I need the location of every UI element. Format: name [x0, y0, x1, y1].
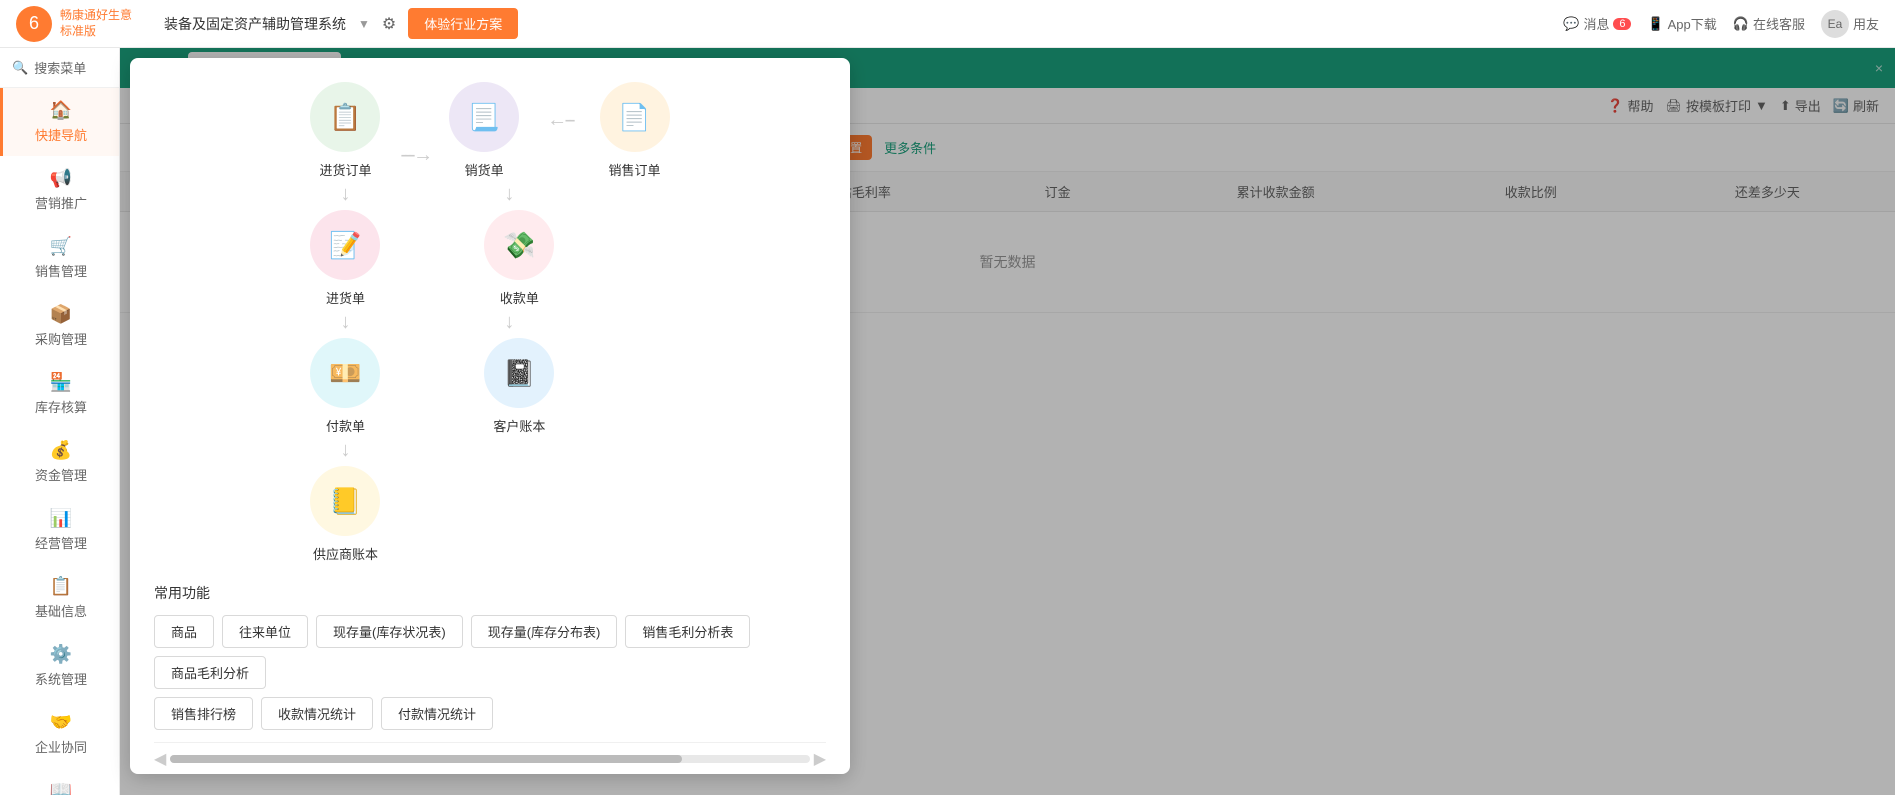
system-dropdown-icon[interactable]: ▼ [358, 17, 370, 31]
func-btn-product-profit[interactable]: 商品毛利分析 [154, 656, 266, 689]
basic-info-icon: 📋 [50, 576, 72, 597]
sidebar-item-inventory[interactable]: 🏪 库存核算 [0, 360, 119, 428]
func-btn-stock-status[interactable]: 现存量(库存状况表) [316, 615, 463, 648]
search-menu[interactable]: 🔍 搜索菜单 [0, 48, 119, 88]
inventory-icon: 🏪 [50, 372, 72, 393]
func-btn-product[interactable]: 商品 [154, 615, 214, 648]
avatar: Ea [1821, 10, 1849, 38]
arrow-down-1: ↓ [340, 183, 350, 206]
arrow-down-4: ↓ [504, 183, 514, 206]
customer-ledger-icon: 📓 [484, 338, 554, 408]
header-actions: 💬 消息 6 📱 App下载 🎧 在线客服 Ea 用友 [1563, 10, 1879, 38]
func-btn-payment-stats[interactable]: 付款情况统计 [381, 697, 493, 730]
top-header: 6 畅康通好生意 标准版 装备及固定资产辅助管理系统 ▼ ⚙ 体验行业方案 💬 … [0, 0, 1895, 48]
flow-item-sales-bill[interactable]: 📃 销货单 [449, 82, 519, 179]
finance-icon: 💰 [50, 440, 72, 461]
purchase-icon: 📦 [50, 304, 72, 325]
func-btn-sales-profit[interactable]: 销售毛利分析表 [625, 615, 750, 648]
flow-item-supplier-ledger[interactable]: 📒 供应商账本 [310, 466, 380, 563]
scrollbar-track[interactable] [170, 755, 809, 763]
payment-icon: 💴 [310, 338, 380, 408]
online-service-button[interactable]: 🎧 在线客服 [1733, 14, 1805, 33]
sidebar-item-marketing[interactable]: 📢 营销推广 [0, 156, 119, 224]
flow-item-payment[interactable]: 💴 付款单 [310, 338, 380, 435]
service-icon: 🎧 [1733, 16, 1749, 32]
sidebar-item-purchase[interactable]: 📦 采购管理 [0, 292, 119, 360]
func-btn-contacts[interactable]: 往来单位 [222, 615, 308, 648]
h-arrow-1: - - - → [400, 144, 429, 167]
sidebar-item-quick-nav[interactable]: 🏠 快捷导航 [0, 88, 119, 156]
h-arrow-2: ← - - [547, 109, 571, 132]
sidebar-item-basic-info[interactable]: 📋 基础信息 [0, 564, 119, 632]
message-icon: 💬 [1563, 16, 1579, 32]
receipt-icon: 💸 [484, 210, 554, 280]
marketing-icon: 📢 [50, 168, 72, 189]
message-button[interactable]: 💬 消息 6 [1563, 14, 1631, 33]
scrollbar-thumb[interactable] [170, 755, 682, 763]
sidebar-item-operations[interactable]: 📊 经营管理 [0, 496, 119, 564]
sales-icon: 🛒 [50, 236, 72, 257]
user-menu[interactable]: Ea 用友 [1821, 10, 1879, 38]
logo-icon: 6 [16, 6, 52, 42]
func-btn-stock-dist[interactable]: 现存量(库存分布表) [471, 615, 618, 648]
sidebar-item-enterprise[interactable]: 🤝 企业协同 [0, 700, 119, 768]
flow-item-customer-ledger[interactable]: 📓 客户账本 [484, 338, 554, 435]
system-icon: ⚙️ [50, 644, 72, 665]
flow-item-purchase-order[interactable]: 📋 进货订单 [310, 82, 380, 179]
supplier-ledger-icon: 📒 [310, 466, 380, 536]
sidebar-item-sales[interactable]: 🛒 销售管理 [0, 224, 119, 292]
modal-scrollbar: ◀ ▶ [154, 742, 826, 769]
quick-nav-modal: 📋 进货订单 ↓ 📝 进货单 ↓ 💴 [130, 58, 850, 774]
func-grid-row2: 销售排行榜 收款情况统计 付款情况统计 [154, 697, 826, 730]
modal-overlay[interactable]: 📋 进货订单 ↓ 📝 进货单 ↓ 💴 [120, 48, 1895, 795]
enterprise-icon: 🤝 [50, 712, 72, 733]
sidebar-item-system[interactable]: ⚙️ 系统管理 [0, 632, 119, 700]
scroll-right-icon[interactable]: ▶ [814, 749, 826, 769]
logo-text: 畅康通好生意 标准版 [60, 8, 132, 39]
common-functions: 常用功能 商品 往来单位 现存量(库存状况表) 现存量(库存分布表) 销售毛利分… [154, 583, 826, 730]
common-functions-title: 常用功能 [154, 583, 826, 603]
purchase-bill-icon: 📝 [310, 210, 380, 280]
sidebar-item-guide[interactable]: 📖 新手引导 [0, 768, 119, 795]
func-btn-sales-ranking[interactable]: 销售排行榜 [154, 697, 253, 730]
sidebar-item-finance[interactable]: 💰 资金管理 [0, 428, 119, 496]
download-icon: 📱 [1647, 16, 1663, 32]
scroll-left-icon[interactable]: ◀ [154, 749, 166, 769]
func-btn-receipt-stats[interactable]: 收款情况统计 [261, 697, 373, 730]
search-icon: 🔍 [12, 60, 28, 76]
purchase-order-icon: 📋 [310, 82, 380, 152]
flow-item-sales-order[interactable]: 📄 销售订单 [600, 82, 670, 179]
flow-diagram: 📋 进货订单 ↓ 📝 进货单 ↓ 💴 [154, 82, 826, 563]
guide-icon: 📖 [50, 780, 72, 795]
system-title: 装备及固定资产辅助管理系统 [164, 14, 346, 34]
func-grid-row1: 商品 往来单位 现存量(库存状况表) 现存量(库存分布表) 销售毛利分析表 商品… [154, 615, 826, 689]
flow-item-receipt[interactable]: 💸 收款单 [484, 210, 554, 307]
app-download-button[interactable]: 📱 App下载 [1647, 14, 1716, 33]
sidebar: 🔍 搜索菜单 🏠 快捷导航 📢 营销推广 🛒 销售管理 📦 采购管理 🏪 库存核… [0, 48, 120, 795]
arrow-down-2: ↓ [340, 311, 350, 334]
message-badge: 6 [1613, 18, 1631, 30]
sales-order-icon: 📄 [600, 82, 670, 152]
try-plan-button[interactable]: 体验行业方案 [408, 8, 518, 39]
arrow-down-5: ↓ [504, 311, 514, 334]
operations-icon: 📊 [50, 508, 72, 529]
settings-icon[interactable]: ⚙ [382, 14, 396, 34]
arrow-down-3: ↓ [340, 439, 350, 462]
sales-bill-icon: 📃 [449, 82, 519, 152]
logo-area: 6 畅康通好生意 标准版 [16, 6, 136, 42]
modal-body: 📋 进货订单 ↓ 📝 进货单 ↓ 💴 [130, 58, 850, 774]
home-icon: 🏠 [50, 100, 72, 121]
flow-item-purchase-bill[interactable]: 📝 进货单 [310, 210, 380, 307]
